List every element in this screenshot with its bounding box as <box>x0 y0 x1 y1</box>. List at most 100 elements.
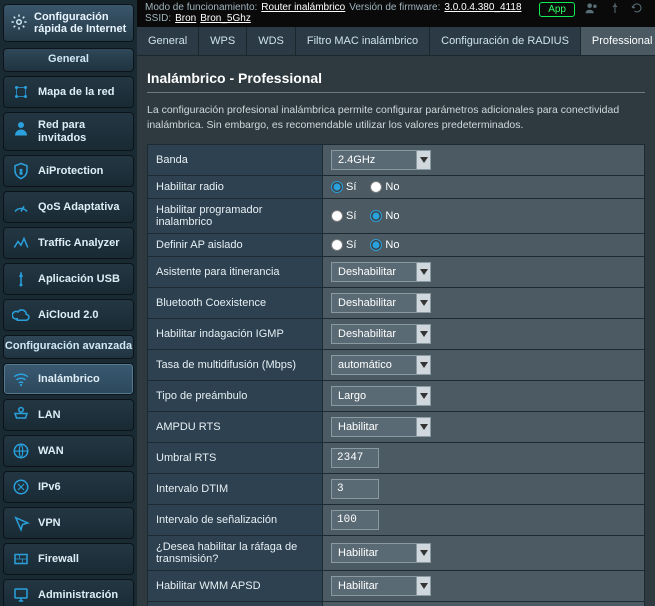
radio-yes-label: Sí <box>346 181 356 193</box>
tab-bar: GeneralWPSWDSFiltro MAC inalámbricoConfi… <box>137 27 655 56</box>
tab-configuraci-n-de-radius[interactable]: Configuración de RADIUS <box>430 27 581 55</box>
sidebar-item-ipv6[interactable]: IPv6 <box>3 471 134 503</box>
ssid-5[interactable]: Bron_5Ghz <box>200 13 251 24</box>
mode-key: Modo de funcionamiento: <box>145 2 257 13</box>
radio-no[interactable]: No <box>370 210 399 222</box>
chevron-down-icon <box>416 577 430 595</box>
ssid-key: SSID: <box>145 13 171 24</box>
setting-row: AMPDU RTS Habilitar <box>148 412 645 443</box>
sidebar-item-guest[interactable]: Red para invitados <box>3 112 134 151</box>
text-input-11[interactable] <box>331 479 379 499</box>
setting-value-cell: Habilitar <box>323 602 645 606</box>
select-9[interactable]: Habilitar <box>331 417 431 437</box>
setting-row: Habilitar indagación IGMPDeshabilitar <box>148 319 645 350</box>
chevron-down-icon <box>416 294 430 312</box>
radio-yes-label: Sí <box>346 210 356 222</box>
sidebar-item-label: WAN <box>38 445 64 458</box>
setting-value-cell: 2.4GHz <box>323 145 645 176</box>
setting-label: Bluetooth Coexistence <box>148 288 323 319</box>
vpn-icon <box>12 514 30 532</box>
setting-row: Habilitar WMM APSDHabilitar <box>148 571 645 602</box>
usb-status-icon[interactable] <box>609 2 621 17</box>
guest-icon <box>12 119 30 137</box>
sidebar-item-label: AiProtection <box>38 165 103 178</box>
select-value: Habilitar <box>332 544 416 562</box>
fw-key: Versión de firmware: <box>349 2 440 13</box>
qos-icon <box>12 198 30 216</box>
quick-internet-setup[interactable]: Configuración rápida de Internet <box>3 4 134 42</box>
main-area: Modo de funcionamiento: Router inalámbri… <box>137 0 655 606</box>
app-button[interactable]: App <box>539 2 575 17</box>
sidebar-item-aip[interactable]: AiProtection <box>3 155 134 187</box>
setting-label: Habilitar programador inalambrico <box>148 199 323 234</box>
usb-icon <box>12 270 30 288</box>
text-input-10[interactable] <box>331 448 379 468</box>
sidebar-item-vpn[interactable]: VPN <box>3 507 134 539</box>
sidebar-item-map[interactable]: Mapa de la red <box>3 76 134 108</box>
sidebar-item-label: VPN <box>38 517 61 530</box>
sidebar-item-label: Red para invitados <box>38 119 86 144</box>
radio-yes[interactable]: Sí <box>331 239 356 251</box>
select-value: Deshabilitar <box>332 263 416 281</box>
radio-yes-input[interactable] <box>331 181 343 193</box>
tab-professional[interactable]: Professional <box>581 27 655 55</box>
panel-title: Inalámbrico - Professional <box>147 70 645 86</box>
setting-row: Reducción de interferencias de USB 3.0Ha… <box>148 602 645 606</box>
firewall-icon <box>12 550 30 568</box>
nav-general-header: General <box>3 48 134 72</box>
text-input-12[interactable] <box>331 510 379 530</box>
select-7[interactable]: automático <box>331 355 431 375</box>
radio-no-input[interactable] <box>370 181 382 193</box>
sidebar-item-wan[interactable]: WAN <box>3 435 134 467</box>
tab-filtro-mac-inal-mbrico[interactable]: Filtro MAC inalámbrico <box>296 27 430 55</box>
radio-no[interactable]: No <box>370 239 399 251</box>
setting-value-cell: Sí No <box>323 199 645 234</box>
setting-value-cell: Habilitar <box>323 536 645 571</box>
nav-advanced-header: Configuración avanzada <box>3 335 134 359</box>
fw-value[interactable]: 3.0.0.4.380_4118 <box>444 2 521 13</box>
sidebar-item-label: Firewall <box>38 553 79 566</box>
sidebar-item-usb[interactable]: Aplicación USB <box>3 263 134 295</box>
radio-no-label: No <box>385 181 399 193</box>
sidebar-item-traffic[interactable]: Traffic Analyzer <box>3 227 134 259</box>
lan-icon <box>12 406 30 424</box>
radio-yes-input[interactable] <box>331 239 343 251</box>
tab-wps[interactable]: WPS <box>199 27 247 55</box>
select-14[interactable]: Habilitar <box>331 576 431 596</box>
aicloud-icon <box>12 306 30 324</box>
sidebar-item-admin[interactable]: Administración <box>3 579 134 606</box>
setting-label: AMPDU RTS <box>148 412 323 443</box>
radio-yes[interactable]: Sí <box>331 210 356 222</box>
select-6[interactable]: Deshabilitar <box>331 324 431 344</box>
radio-yes-input[interactable] <box>331 210 343 222</box>
clients-icon[interactable] <box>585 2 599 17</box>
radio-yes[interactable]: Sí <box>331 181 356 193</box>
wan-icon <box>12 442 30 460</box>
chevron-down-icon <box>416 387 430 405</box>
select-13[interactable]: Habilitar <box>331 543 431 563</box>
select-5[interactable]: Deshabilitar <box>331 293 431 313</box>
chevron-down-icon <box>416 544 430 562</box>
sidebar-item-qos[interactable]: QoS Adaptativa <box>3 191 134 223</box>
sidebar-item-firewall[interactable]: Firewall <box>3 543 134 575</box>
select-8[interactable]: Largo <box>331 386 431 406</box>
select-4[interactable]: Deshabilitar <box>331 262 431 282</box>
sidebar-item-lan[interactable]: LAN <box>3 399 134 431</box>
radio-no-input[interactable] <box>370 239 382 251</box>
mode-value[interactable]: Router inalámbrico <box>261 2 345 13</box>
select-0[interactable]: 2.4GHz <box>331 150 431 170</box>
sidebar-item-aicloud[interactable]: AiCloud 2.0 <box>3 299 134 331</box>
sidebar-item-label: AiCloud 2.0 <box>38 309 99 322</box>
tab-wds[interactable]: WDS <box>247 27 296 55</box>
refresh-icon[interactable] <box>631 2 643 17</box>
radio-no[interactable]: No <box>370 181 399 193</box>
tab-general[interactable]: General <box>137 27 199 55</box>
setting-label: Reducción de interferencias de USB 3.0 <box>148 602 323 606</box>
radio-no-input[interactable] <box>370 210 382 222</box>
select-value: Habilitar <box>332 577 416 595</box>
sidebar-item-wireless[interactable]: Inalámbrico <box>3 363 134 395</box>
ssid-24[interactable]: Bron <box>175 13 196 24</box>
chevron-down-icon <box>416 263 430 281</box>
setting-value-cell: Deshabilitar <box>323 257 645 288</box>
panel-description: La configuración profesional inalámbrica… <box>147 103 645 132</box>
